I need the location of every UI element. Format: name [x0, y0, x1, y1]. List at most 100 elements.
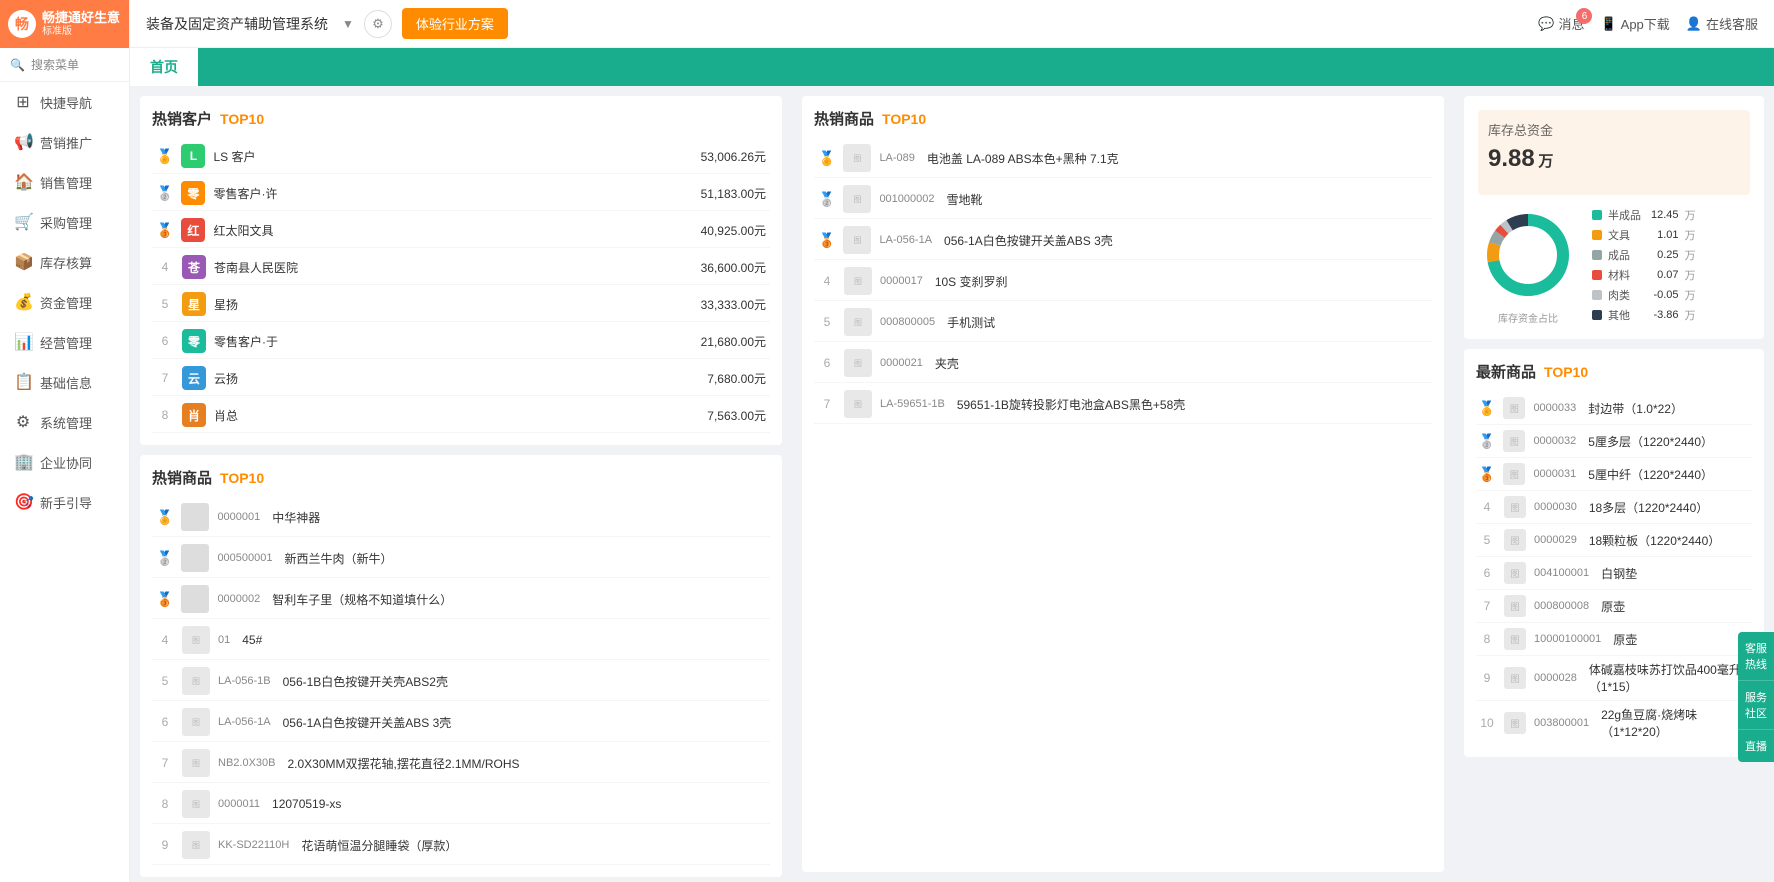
sidebar-item-inventory[interactable]: 📦 库存核算 [0, 242, 129, 282]
rank-number: 7 [156, 371, 174, 385]
product-sales-row[interactable]: 🥉 0000002 智利车子里（规格不知道填什么） [152, 580, 770, 619]
message-btn[interactable]: 💬 消息 6 [1538, 14, 1584, 33]
placeholder-icon: 图 [192, 676, 200, 687]
product-sales-row[interactable]: 9 图 KK-SD22110H 花语萌恒温分腿睡袋（厚款） [152, 826, 770, 865]
product-sales-row[interactable]: 8 图 0000011 12070519-xs [152, 785, 770, 824]
sidebar-item-label: 企业协同 [40, 453, 92, 472]
product-image [181, 503, 209, 531]
placeholder-icon: 图 [192, 799, 200, 810]
customer-name: 零售客户·于 [214, 333, 693, 350]
customer-row[interactable]: 7 云 云扬 7,680.00元 [152, 361, 770, 396]
customer-name: 云扬 [214, 370, 699, 387]
customer-row[interactable]: 4 苍 苍南县人民医院 36,600.00元 [152, 250, 770, 285]
product-amount-row[interactable]: 7 图 LA-59651-1B 59651-1B旋转投影灯电池盒ABS黑色+58… [814, 385, 1432, 424]
product-image-placeholder: 图 [182, 667, 210, 695]
customer-row[interactable]: 🥉 红 红太阳文具 40,925.00元 [152, 213, 770, 248]
product-sales-row[interactable]: 4 图 01 45# [152, 621, 770, 660]
newest-panel: 最新商品 TOP10 🏅 图 0000033 封边带（1.0*22） 🥈 图 0… [1464, 349, 1764, 757]
legend-label: 文具 [1608, 227, 1647, 243]
newest-product-code: 000800008 [1534, 600, 1589, 612]
customer-amount: 7,680.00元 [707, 370, 766, 387]
sidebar-item-finance[interactable]: 💰 资金管理 [0, 282, 129, 322]
float-btn-live[interactable]: 直播 [1738, 730, 1774, 762]
float-btn-service[interactable]: 客服热线 [1738, 632, 1774, 681]
product-name: 12070519-xs [272, 797, 766, 811]
newest-product-row[interactable]: 🥉 图 0000031 5厘中纤（1220*2440） [1476, 458, 1752, 491]
product-sales-row[interactable]: 🏅 0000001 中华神器 [152, 498, 770, 537]
settings-btn[interactable]: ⚙ [364, 10, 392, 38]
customer-list: 🏅 L LS 客户 53,006.26元 🥈 零 零售客户·许 51,183.0… [152, 139, 770, 433]
product-sales-row[interactable]: 5 图 LA-056-1B 056-1B白色按键开关壳ABS2壳 [152, 662, 770, 701]
customer-row[interactable]: 8 肖 肖总 7,563.00元 [152, 398, 770, 433]
product-amount-row[interactable]: 🥈 图 001000002 雪地靴 [814, 180, 1432, 219]
sidebar-item-purchase[interactable]: 🛒 采购管理 [0, 202, 129, 242]
placeholder-icon: 图 [853, 153, 861, 164]
newest-product-row[interactable]: 10 图 003800001 22g鱼豆腐·烧烤味（1*12*20） [1476, 701, 1752, 745]
product-code: 0000011 [218, 798, 260, 810]
tab-home[interactable]: 首页 [130, 48, 198, 86]
sidebar-item-sales[interactable]: 🏠 销售管理 [0, 162, 129, 202]
customer-row[interactable]: 6 零 零售客户·于 21,680.00元 [152, 324, 770, 359]
product-name: 电池盖 LA-089 ABS本色+黑种 7.1克 [927, 150, 1428, 167]
online-service-btn[interactable]: 👤 在线客服 [1686, 14, 1758, 33]
medal-bronze-icon: 🥉 [156, 591, 173, 607]
newest-product-row[interactable]: 7 图 000800008 原壶 [1476, 590, 1752, 623]
legend-unit: 万 [1685, 207, 1696, 223]
float-buttons: 客服热线 服务社区 直播 [1738, 632, 1774, 762]
newest-product-code: 0000031 [1533, 468, 1576, 480]
legend-label: 半成品 [1608, 207, 1641, 223]
product-amount-title: 热销商品 TOP10 [814, 108, 1432, 129]
product-amount-row[interactable]: 🥉 图 LA-056-1A 056-1A白色按键开关盖ABS 3壳 [814, 221, 1432, 260]
product-amount-row[interactable]: 4 图 0000017 10S 变刹罗刹 [814, 262, 1432, 301]
rank-number: 5 [156, 297, 174, 311]
sidebar-item-guide[interactable]: 🎯 新手引导 [0, 482, 129, 522]
product-code: NB2.0X30B [218, 757, 275, 769]
newest-product-name: 体碱嘉枝味苏打饮品400毫升（1*15） [1589, 661, 1750, 695]
medal-icon: 🏅 [818, 150, 835, 167]
legend-color-dot [1592, 250, 1602, 260]
sidebar-item-label: 库存核算 [40, 253, 92, 272]
product-amount-row[interactable]: 5 图 000800005 手机测试 [814, 303, 1432, 342]
newest-product-row[interactable]: 5 图 0000029 18颗粒板（1220*2440） [1476, 524, 1752, 557]
medal-icon: 🥈 [818, 191, 835, 208]
sidebar-item-enterprise[interactable]: 🏢 企业协同 [0, 442, 129, 482]
product-image-placeholder: 图 [182, 749, 210, 777]
app-download-label: App下载 [1621, 14, 1670, 33]
sidebar-item-operation[interactable]: 📊 经营管理 [0, 322, 129, 362]
sidebar-item-marketing[interactable]: 📢 营销推广 [0, 122, 129, 162]
product-amount-row[interactable]: 🏅 图 LA-089 电池盖 LA-089 ABS本色+黑种 7.1克 [814, 139, 1432, 178]
customer-name: 零售客户·许 [213, 185, 692, 202]
legend-item: 肉类 -0.05 万 [1592, 287, 1696, 303]
sidebar-item-label: 新手引导 [40, 493, 92, 512]
product-sales-row[interactable]: 6 图 LA-056-1A 056-1A白色按键开关盖ABS 3壳 [152, 703, 770, 742]
customer-row[interactable]: 5 星 星扬 33,333.00元 [152, 287, 770, 322]
customer-row[interactable]: 🏅 L LS 客户 53,006.26元 [152, 139, 770, 174]
product-sales-row[interactable]: 🥈 000500001 新西兰牛肉（新牛） [152, 539, 770, 578]
newest-product-row[interactable]: 🥈 图 0000032 5厘多层（1220*2440） [1476, 425, 1752, 458]
experience-btn[interactable]: 体验行业方案 [402, 8, 508, 39]
newest-product-row[interactable]: 9 图 0000028 体碱嘉枝味苏打饮品400毫升（1*15） [1476, 656, 1752, 701]
finance-icon: 💰 [14, 292, 32, 312]
medal-silver-icon: 🥈 [156, 550, 173, 566]
placeholder-icon: 图 [1510, 501, 1519, 514]
search-menu[interactable]: 🔍 搜索菜单 [0, 48, 129, 82]
placeholder-icon: 图 [854, 317, 862, 328]
title-text: 热销商品 [152, 467, 212, 488]
newest-product-row[interactable]: 4 图 0000030 18多层（1220*2440） [1476, 491, 1752, 524]
newest-product-row[interactable]: 8 图 10000100001 原壶 [1476, 623, 1752, 656]
system-dropdown-btn[interactable]: ▼ [342, 17, 354, 31]
newest-product-row[interactable]: 6 图 004100001 白钢垫 [1476, 557, 1752, 590]
app-download-btn[interactable]: 📱 App下载 [1600, 14, 1669, 33]
sidebar-item-quick-nav[interactable]: ⊞ 快捷导航 [0, 82, 129, 122]
customer-row[interactable]: 🥈 零 零售客户·许 51,183.00元 [152, 176, 770, 211]
sidebar-item-system[interactable]: ⚙ 系统管理 [0, 402, 129, 442]
newest-product-row[interactable]: 🏅 图 0000033 封边带（1.0*22） [1476, 392, 1752, 425]
medal-icon: 🥉 [1478, 466, 1495, 483]
customer-name: 苍南县人民医院 [214, 259, 693, 276]
product-sales-row[interactable]: 7 图 NB2.0X30B 2.0X30MM双摆花轴,摆花直径2.1MM/ROH… [152, 744, 770, 783]
product-amount-row[interactable]: 6 图 0000021 夹壳 [814, 344, 1432, 383]
customer-amount: 51,183.00元 [701, 185, 766, 202]
float-btn-community[interactable]: 服务社区 [1738, 681, 1774, 730]
medal-icon: 🥉 [156, 222, 173, 239]
sidebar-item-basic[interactable]: 📋 基础信息 [0, 362, 129, 402]
